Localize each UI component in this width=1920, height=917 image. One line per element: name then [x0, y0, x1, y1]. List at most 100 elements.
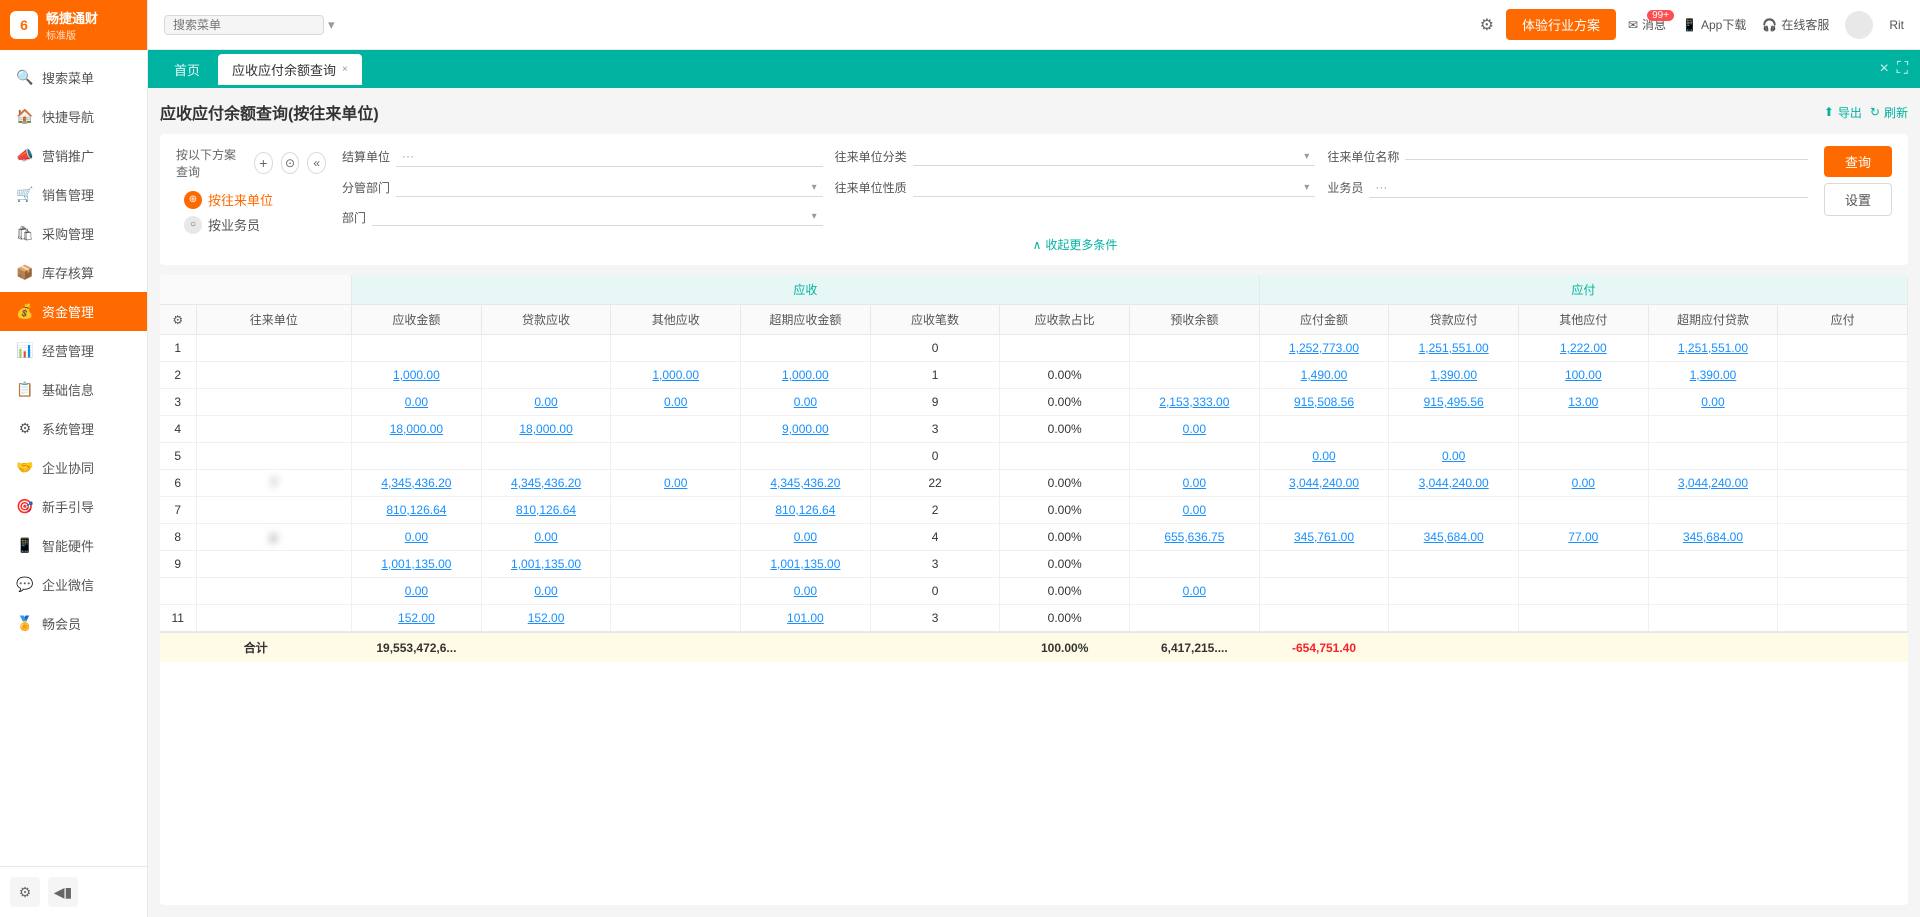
- cell-ar-prepay[interactable]: 0.00: [1130, 497, 1260, 524]
- footer-ar-amount[interactable]: 19,553,472,6...: [352, 632, 482, 662]
- cell-ar-other[interactable]: 1,000.00: [611, 362, 741, 389]
- filter-collapse-button[interactable]: ∧ 收起更多条件: [342, 236, 1808, 253]
- sidebar-item-marketing[interactable]: 📣 营销推广: [0, 136, 147, 175]
- sidebar-item-guide[interactable]: 🎯 新手引导: [0, 487, 147, 526]
- dept-input[interactable]: ▾: [396, 179, 823, 197]
- cell-ar-prepay[interactable]: 0.00: [1130, 578, 1260, 605]
- cell-ar-overdue[interactable]: 9,000.00: [741, 416, 871, 443]
- cell-ar-amount[interactable]: 0.00: [352, 578, 482, 605]
- tab-home[interactable]: 首页: [160, 54, 214, 85]
- filter-option-unit[interactable]: ⊕ 按往来单位: [184, 190, 326, 209]
- cell-ar-overdue[interactable]: 810,126.64: [741, 497, 871, 524]
- cell-ar-overdue[interactable]: 0.00: [741, 578, 871, 605]
- cell-ar-prepay[interactable]: 0.00: [1130, 470, 1260, 497]
- cell-ap-other[interactable]: 77.00: [1518, 524, 1648, 551]
- unit-category-input[interactable]: ▾: [913, 148, 1316, 166]
- salesperson-input[interactable]: ···: [1369, 177, 1808, 198]
- sidebar-item-finance[interactable]: 💰 资金管理: [0, 292, 147, 331]
- cell-ap-overdue[interactable]: 3,044,240.00: [1648, 470, 1778, 497]
- tab-ar-query[interactable]: 应收应付余额查询 ×: [218, 54, 362, 85]
- cell-ar-prepay[interactable]: 2,153,333.00: [1130, 389, 1260, 416]
- cell-ap-loan[interactable]: 915,495.56: [1389, 389, 1519, 416]
- table-settings-icon[interactable]: ⚙: [172, 313, 183, 327]
- sidebar-item-business[interactable]: 📊 经营管理: [0, 331, 147, 370]
- scheme-collapse-button[interactable]: «: [307, 152, 326, 174]
- cell-ar-amount[interactable]: 0.00: [352, 524, 482, 551]
- cell-ap-loan[interactable]: 345,684.00: [1389, 524, 1519, 551]
- sidebar-item-purchase[interactable]: 🛍 采购管理: [0, 214, 147, 253]
- cell-ap-overdue[interactable]: 0.00: [1648, 389, 1778, 416]
- cell-ar-loan[interactable]: 1,001,135.00: [481, 551, 611, 578]
- cell-ar-loan[interactable]: 18,000.00: [481, 416, 611, 443]
- window-close-button[interactable]: ×: [1879, 60, 1888, 78]
- cell-ar-loan[interactable]: 0.00: [481, 389, 611, 416]
- dropdown-icon[interactable]: ▾: [328, 17, 335, 33]
- export-button[interactable]: ⬆ 导出: [1824, 104, 1862, 121]
- settlement-unit-input[interactable]: ···: [396, 146, 823, 167]
- cell-ar-loan[interactable]: 4,345,436.20: [481, 470, 611, 497]
- scheme-settings-button[interactable]: ⊙: [281, 152, 300, 174]
- cell-ar-overdue[interactable]: 0.00: [741, 524, 871, 551]
- promo-button[interactable]: 体验行业方案: [1506, 9, 1616, 40]
- cell-ar-loan[interactable]: 152.00: [481, 605, 611, 633]
- cell-ar-other[interactable]: 0.00: [611, 389, 741, 416]
- cell-ar-amount[interactable]: 0.00: [352, 389, 482, 416]
- sidebar-item-hardware[interactable]: 📱 智能硬件: [0, 526, 147, 565]
- setting-button[interactable]: 设置: [1824, 183, 1892, 216]
- sidebar-item-basicinfo[interactable]: 📋 基础信息: [0, 370, 147, 409]
- cell-ap-loan[interactable]: 0.00: [1389, 443, 1519, 470]
- cell-ar-loan[interactable]: 0.00: [481, 524, 611, 551]
- cell-ar-amount[interactable]: 1,001,135.00: [352, 551, 482, 578]
- table-scroll[interactable]: 应收 应付 ⚙ 往来单位 应收金额 贷款应收 其他应收 超期应收金额: [160, 275, 1908, 905]
- cell-ar-amount[interactable]: 810,126.64: [352, 497, 482, 524]
- cell-ap-amount[interactable]: 345,761.00: [1259, 524, 1389, 551]
- topbar-gear-icon[interactable]: ⚙: [1480, 15, 1494, 35]
- cell-ap-amount[interactable]: 1,490.00: [1259, 362, 1389, 389]
- cell-ar-amount[interactable]: 152.00: [352, 605, 482, 633]
- close-icon[interactable]: ×: [342, 64, 348, 75]
- cell-ap-other[interactable]: 13.00: [1518, 389, 1648, 416]
- sidebar-item-cooperation[interactable]: 🤝 企业协同: [0, 448, 147, 487]
- sidebar-settings-button[interactable]: ⚙: [10, 877, 40, 907]
- cell-ap-other[interactable]: 1,222.00: [1518, 335, 1648, 362]
- cell-ap-loan[interactable]: 3,044,240.00: [1389, 470, 1519, 497]
- unit-nature-input[interactable]: ▾: [913, 179, 1316, 197]
- query-button[interactable]: 查询: [1824, 146, 1892, 177]
- window-expand-button[interactable]: ⛶: [1897, 60, 1908, 78]
- cell-ar-amount[interactable]: 4,345,436.20: [352, 470, 482, 497]
- cell-ar-other[interactable]: 0.00: [611, 470, 741, 497]
- cell-ar-overdue[interactable]: 1,000.00: [741, 362, 871, 389]
- cell-ap-amount[interactable]: 1,252,773.00: [1259, 335, 1389, 362]
- sidebar-item-wechat[interactable]: 💬 企业微信: [0, 565, 147, 604]
- sidebar-item-quicknav[interactable]: 🏠 快捷导航: [0, 97, 147, 136]
- sidebar-item-sales[interactable]: 🛒 销售管理: [0, 175, 147, 214]
- cell-ar-loan[interactable]: 810,126.64: [481, 497, 611, 524]
- filter-option-salesperson[interactable]: ○ 按业务员: [184, 215, 326, 234]
- sidebar-collapse-button[interactable]: ◀▮: [48, 877, 78, 907]
- cell-ar-amount[interactable]: 1,000.00: [352, 362, 482, 389]
- cell-ap-overdue[interactable]: 1,251,551.00: [1648, 335, 1778, 362]
- sidebar-item-inventory[interactable]: 📦 库存核算: [0, 253, 147, 292]
- cell-ap-loan[interactable]: 1,251,551.00: [1389, 335, 1519, 362]
- cell-ap-loan[interactable]: 1,390.00: [1389, 362, 1519, 389]
- cell-ar-prepay[interactable]: 655,636.75: [1130, 524, 1260, 551]
- sidebar-item-search[interactable]: 🔍 搜索菜单: [0, 58, 147, 97]
- sidebar-item-sysadmin[interactable]: ⚙ 系统管理: [0, 409, 147, 448]
- cell-ap-amount[interactable]: 3,044,240.00: [1259, 470, 1389, 497]
- refresh-button[interactable]: ↻ 刷新: [1870, 104, 1908, 121]
- app-download-button[interactable]: 📱 App下载: [1682, 16, 1746, 33]
- cell-ar-loan[interactable]: 0.00: [481, 578, 611, 605]
- scheme-add-button[interactable]: +: [254, 152, 273, 174]
- cell-ap-other[interactable]: 0.00: [1518, 470, 1648, 497]
- online-service-button[interactable]: 🎧 在线客服: [1762, 16, 1829, 33]
- cell-ar-amount[interactable]: 18,000.00: [352, 416, 482, 443]
- cell-ar-overdue[interactable]: 0.00: [741, 389, 871, 416]
- message-button[interactable]: ✉ 消息 99+: [1628, 16, 1666, 33]
- cell-ap-amount[interactable]: 915,508.56: [1259, 389, 1389, 416]
- cell-ar-overdue[interactable]: 101.00: [741, 605, 871, 633]
- cell-ap-overdue[interactable]: 1,390.00: [1648, 362, 1778, 389]
- cell-ap-amount[interactable]: 0.00: [1259, 443, 1389, 470]
- sidebar-item-member[interactable]: 🏅 畅会员: [0, 604, 147, 643]
- search-input[interactable]: [164, 15, 324, 35]
- department-input[interactable]: ▾: [372, 208, 823, 226]
